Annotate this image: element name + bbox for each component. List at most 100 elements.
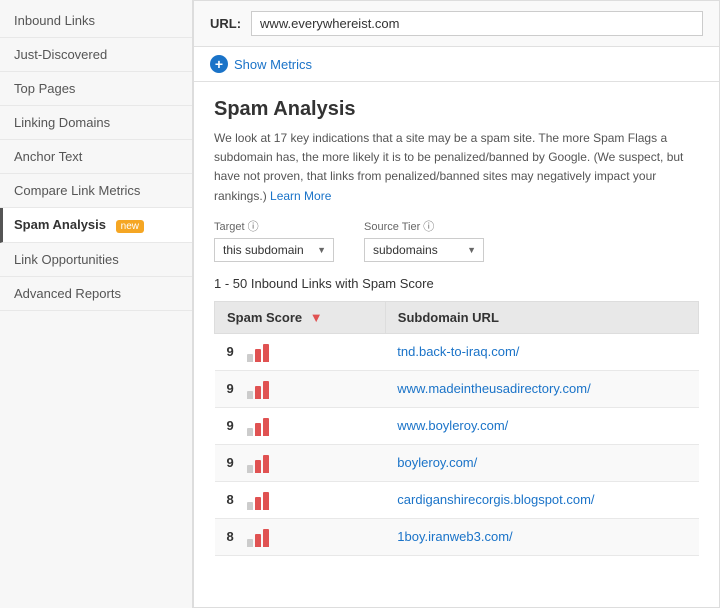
sidebar-item-top-pages[interactable]: Top Pages bbox=[0, 72, 192, 106]
spam-bar bbox=[247, 416, 269, 436]
bar-seg-1 bbox=[247, 539, 253, 547]
bar-seg-2 bbox=[255, 386, 261, 399]
target-label: Target ⓘ bbox=[214, 218, 334, 234]
bar-seg-2 bbox=[255, 423, 261, 436]
show-metrics-label: Show Metrics bbox=[234, 57, 312, 72]
target-select-wrapper: this subdomain this root domain bbox=[214, 238, 334, 262]
sidebar-item-advanced-reports[interactable]: Advanced Reports bbox=[0, 277, 192, 311]
spam-score-cell: 9 bbox=[215, 333, 386, 370]
score-cell: 9 bbox=[227, 379, 374, 399]
table-row: 9 www.boyleroy.com/ bbox=[215, 407, 699, 444]
subdomain-link[interactable]: cardiganshirecorgis.blogspot.com/ bbox=[397, 492, 594, 507]
subdomain-link[interactable]: tnd.back-to-iraq.com/ bbox=[397, 344, 519, 359]
score-number: 8 bbox=[227, 492, 237, 507]
bar-seg-2 bbox=[255, 497, 261, 510]
spam-bar bbox=[247, 527, 269, 547]
show-metrics-bar: + Show Metrics bbox=[194, 47, 719, 82]
sidebar-item-anchor-text[interactable]: Anchor Text bbox=[0, 140, 192, 174]
sidebar-item-label: Top Pages bbox=[14, 81, 75, 96]
score-cell: 8 bbox=[227, 527, 374, 547]
source-filter-group: Source Tier ⓘ subdomains root domains bbox=[364, 218, 484, 262]
section-title: Spam Analysis bbox=[214, 98, 699, 121]
bar-seg-3 bbox=[263, 492, 269, 510]
main-content: URL: + Show Metrics Spam Analysis We loo… bbox=[193, 0, 720, 608]
col-spam-score[interactable]: Spam Score ▼ bbox=[215, 301, 386, 333]
spam-bar bbox=[247, 490, 269, 510]
spam-score-cell: 8 bbox=[215, 518, 386, 555]
subdomain-link[interactable]: www.madeintheusadirectory.com/ bbox=[397, 381, 590, 396]
spam-table: Spam Score ▼ Subdomain URL 9 tnd.back-to… bbox=[214, 301, 699, 556]
subdomain-url-cell: www.boyleroy.com/ bbox=[385, 407, 698, 444]
bar-seg-1 bbox=[247, 391, 253, 399]
score-number: 8 bbox=[227, 529, 237, 544]
new-badge: new bbox=[116, 220, 144, 233]
table-row: 8 cardiganshirecorgis.blogspot.com/ bbox=[215, 481, 699, 518]
show-metrics-button[interactable]: + Show Metrics bbox=[210, 55, 703, 73]
url-label: URL: bbox=[210, 16, 241, 31]
section-description: We look at 17 key indications that a sit… bbox=[214, 129, 699, 206]
bar-seg-3 bbox=[263, 455, 269, 473]
score-number: 9 bbox=[227, 344, 237, 359]
sidebar-item-label: Link Opportunities bbox=[14, 252, 119, 267]
bar-seg-1 bbox=[247, 354, 253, 362]
bar-seg-2 bbox=[255, 349, 261, 362]
url-bar: URL: bbox=[194, 1, 719, 47]
sidebar-item-label: Inbound Links bbox=[14, 13, 95, 28]
sidebar-item-spam-analysis[interactable]: Spam Analysis new bbox=[0, 208, 192, 243]
source-select[interactable]: subdomains root domains bbox=[364, 238, 484, 262]
bar-seg-3 bbox=[263, 418, 269, 436]
subdomain-url-cell: www.madeintheusadirectory.com/ bbox=[385, 370, 698, 407]
spam-bar bbox=[247, 342, 269, 362]
sidebar-item-link-opportunities[interactable]: Link Opportunities bbox=[0, 243, 192, 277]
bar-seg-3 bbox=[263, 529, 269, 547]
sort-icon: ▼ bbox=[310, 310, 323, 325]
target-select[interactable]: this subdomain this root domain bbox=[214, 238, 334, 262]
sidebar-item-label: Spam Analysis bbox=[14, 217, 106, 232]
subdomain-url-cell: 1boy.iranweb3.com/ bbox=[385, 518, 698, 555]
col-subdomain-url: Subdomain URL bbox=[385, 301, 698, 333]
url-input[interactable] bbox=[251, 11, 703, 36]
score-cell: 9 bbox=[227, 342, 374, 362]
content-area: Spam Analysis We look at 17 key indicati… bbox=[194, 82, 719, 572]
subdomain-link[interactable]: boyleroy.com/ bbox=[397, 455, 477, 470]
sidebar-item-label: Anchor Text bbox=[14, 149, 82, 164]
bar-seg-3 bbox=[263, 344, 269, 362]
score-cell: 9 bbox=[227, 416, 374, 436]
target-filter-group: Target ⓘ this subdomain this root domain bbox=[214, 218, 334, 262]
table-header-row: Spam Score ▼ Subdomain URL bbox=[215, 301, 699, 333]
bar-seg-2 bbox=[255, 460, 261, 473]
score-cell: 8 bbox=[227, 490, 374, 510]
spam-bar bbox=[247, 379, 269, 399]
sidebar-item-label: Just-Discovered bbox=[14, 47, 107, 62]
result-count: 1 - 50 Inbound Links with Spam Score bbox=[214, 276, 699, 291]
subdomain-url-cell: tnd.back-to-iraq.com/ bbox=[385, 333, 698, 370]
subdomain-url-cell: boyleroy.com/ bbox=[385, 444, 698, 481]
subdomain-link[interactable]: 1boy.iranweb3.com/ bbox=[397, 529, 512, 544]
source-label: Source Tier ⓘ bbox=[364, 218, 484, 234]
filters: Target ⓘ this subdomain this root domain… bbox=[214, 218, 699, 262]
spam-score-cell: 9 bbox=[215, 407, 386, 444]
plus-icon: + bbox=[210, 55, 228, 73]
score-cell: 9 bbox=[227, 453, 374, 473]
table-row: 9 tnd.back-to-iraq.com/ bbox=[215, 333, 699, 370]
sidebar-item-compare-link-metrics[interactable]: Compare Link Metrics bbox=[0, 174, 192, 208]
bar-seg-1 bbox=[247, 465, 253, 473]
table-row: 9 www.madeintheusadirectory.com/ bbox=[215, 370, 699, 407]
sidebar-item-inbound-links[interactable]: Inbound Links bbox=[0, 4, 192, 38]
sidebar-item-label: Linking Domains bbox=[14, 115, 110, 130]
subdomain-link[interactable]: www.boyleroy.com/ bbox=[397, 418, 508, 433]
sidebar-item-linking-domains[interactable]: Linking Domains bbox=[0, 106, 192, 140]
spam-bar bbox=[247, 453, 269, 473]
sidebar-item-label: Compare Link Metrics bbox=[14, 183, 140, 198]
sidebar-item-label: Advanced Reports bbox=[14, 286, 121, 301]
spam-score-cell: 9 bbox=[215, 370, 386, 407]
table-row: 9 boyleroy.com/ bbox=[215, 444, 699, 481]
score-number: 9 bbox=[227, 381, 237, 396]
source-select-wrapper: subdomains root domains bbox=[364, 238, 484, 262]
bar-seg-2 bbox=[255, 534, 261, 547]
sidebar-item-just-discovered[interactable]: Just-Discovered bbox=[0, 38, 192, 72]
bar-seg-1 bbox=[247, 428, 253, 436]
subdomain-url-cell: cardiganshirecorgis.blogspot.com/ bbox=[385, 481, 698, 518]
bar-seg-1 bbox=[247, 502, 253, 510]
learn-more-link[interactable]: Learn More bbox=[270, 189, 331, 203]
